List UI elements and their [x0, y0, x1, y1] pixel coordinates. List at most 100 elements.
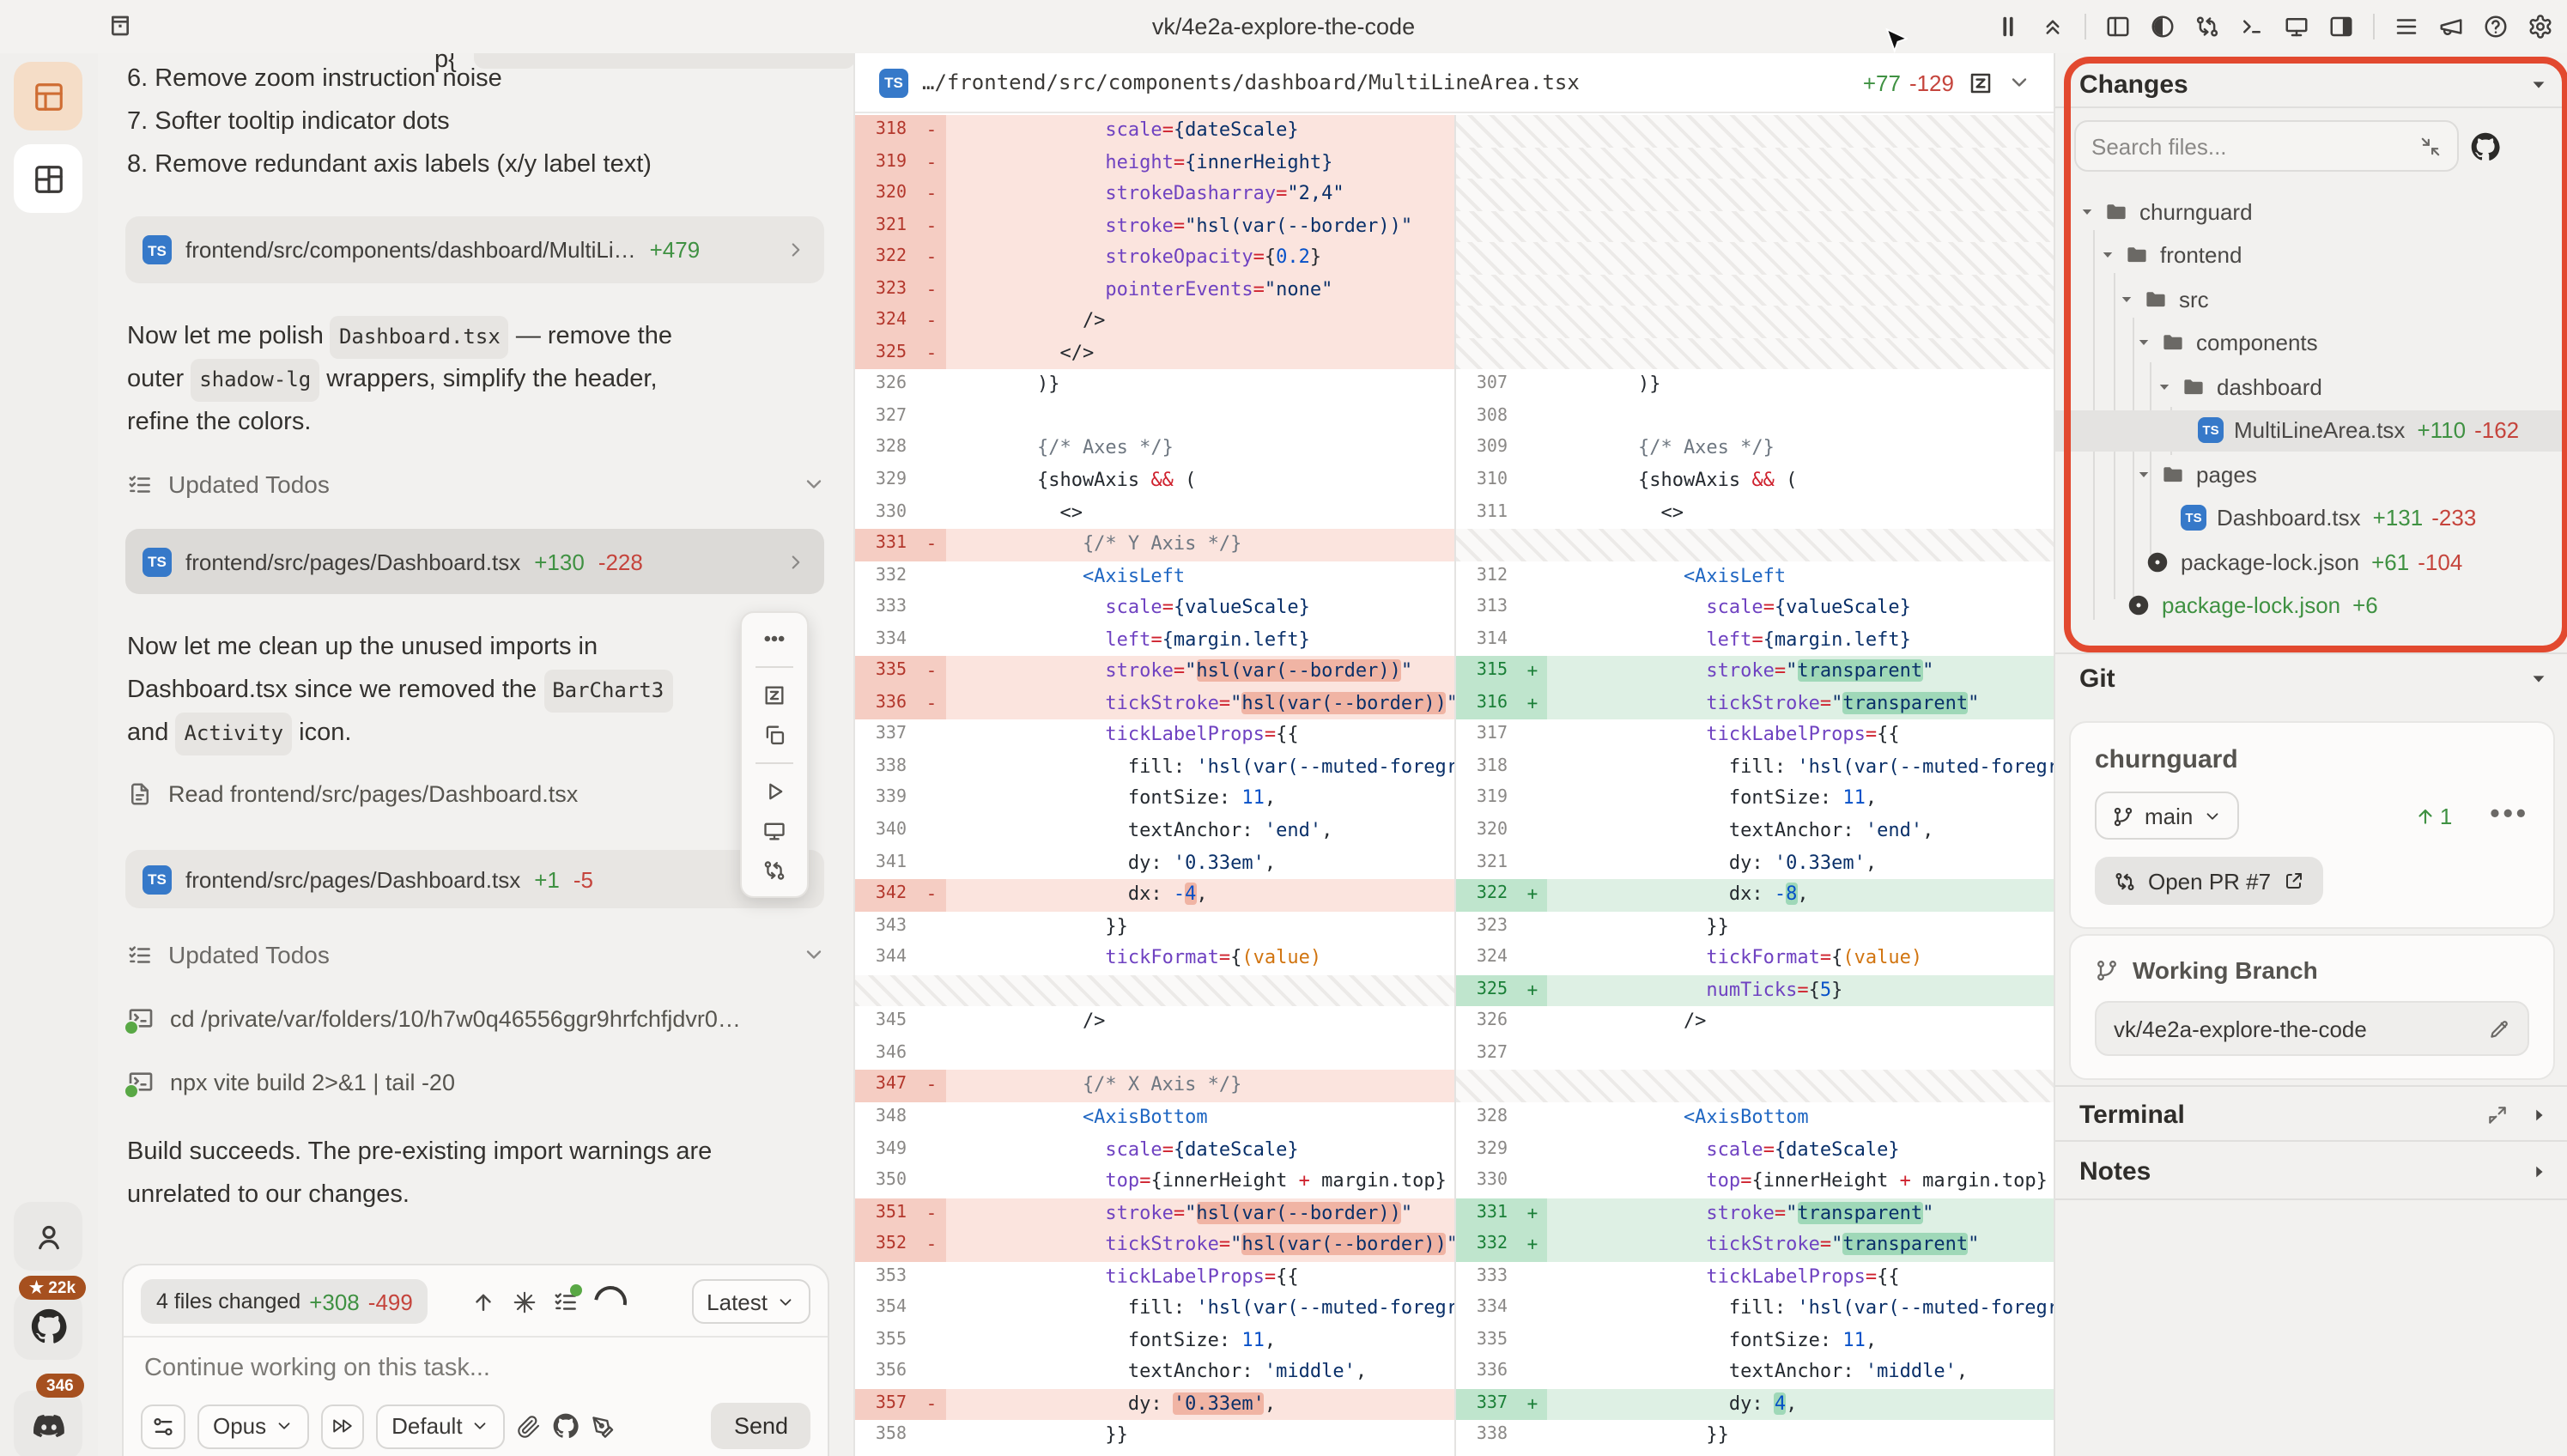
tree-item-package-lock-json[interactable]: package-lock.json+6 [2055, 585, 2567, 626]
notes-section-header[interactable]: Notes [2079, 1150, 2548, 1192]
more-options-icon[interactable] [762, 627, 786, 651]
search-input[interactable]: Search files... [2074, 120, 2459, 172]
composer-controls: Opus Default Send [124, 1382, 828, 1449]
diff-marker [1518, 1007, 1547, 1039]
menu-icon[interactable] [2394, 14, 2419, 39]
line-number: 312 [1456, 561, 1518, 592]
code-line: strokeDasharray="2,4" [946, 179, 1454, 210]
caret-down-icon [2203, 806, 2222, 825]
tree-item-dashboard-tsx[interactable]: TSDashboard.tsx+131-233 [2055, 497, 2567, 538]
diff-marker: - [917, 338, 946, 370]
caret-down-icon [275, 1417, 294, 1435]
tree-item-components[interactable]: components [2055, 322, 2567, 363]
terminal-icon[interactable] [2239, 14, 2265, 39]
diff-marker: + [1518, 657, 1547, 689]
pen-icon[interactable] [592, 1414, 616, 1438]
updated-todos-row[interactable]: Updated Todos [127, 464, 826, 505]
announcements-icon[interactable] [2438, 14, 2464, 39]
model-selector[interactable]: Opus [197, 1404, 309, 1448]
git-section-header[interactable]: Git [2079, 658, 2548, 699]
terminal-command-row[interactable]: npx vite build 2>&1 | tail -20 [127, 1063, 455, 1101]
updated-todos-row[interactable]: Updated Todos [127, 934, 826, 975]
expand-icon[interactable] [2486, 1103, 2509, 1125]
diff-marker: - [917, 147, 946, 179]
triangle-right-icon [2529, 1162, 2548, 1180]
code-line: stroke="hsl(var(--border))" [946, 210, 1454, 242]
diff-row: 341 dy: '0.33em', [855, 847, 1454, 879]
right-panel-icon[interactable] [2328, 14, 2354, 39]
help-icon[interactable] [2483, 14, 2509, 39]
run-icon[interactable] [762, 780, 786, 804]
rail-item-discord[interactable] [14, 1391, 82, 1456]
diff-row: 357- dy: '0.33em', [855, 1389, 1454, 1421]
scroll-up-icon[interactable] [471, 1289, 497, 1314]
tree-item-package-lock-json[interactable]: package-lock.json+61-104 [2055, 541, 2567, 582]
fast-forward-button[interactable] [321, 1404, 364, 1448]
tree-item-churnguard[interactable]: churnguard [2055, 191, 2567, 232]
changes-section-header[interactable]: Changes [2079, 65, 2548, 103]
branch-selector[interactable]: main [2095, 792, 2239, 840]
working-branch-input[interactable]: vk/4e2a-explore-the-code [2095, 1001, 2529, 1056]
rail-item-board[interactable] [14, 144, 82, 213]
collapse-diff-icon[interactable] [2007, 70, 2031, 94]
version-selector[interactable]: Latest [691, 1279, 810, 1324]
file-change-card[interactable]: TS frontend/src/components/dashboard/Mul… [125, 216, 824, 283]
open-pr-button[interactable]: Open PR #7 [2095, 857, 2322, 905]
message-input[interactable]: Continue working on this task... [124, 1338, 828, 1382]
triangle-down-icon [2529, 669, 2548, 688]
github-icon [30, 1307, 66, 1344]
rail-item-account[interactable] [14, 1202, 82, 1271]
snippet-icon[interactable] [762, 683, 786, 707]
more-options-icon[interactable]: ••• [2490, 800, 2529, 831]
tree-item-src[interactable]: src [2055, 278, 2567, 319]
pause-icon[interactable] [1995, 14, 2021, 39]
terminal-section-header[interactable]: Terminal [2079, 1094, 2548, 1135]
code-line: /> [946, 1007, 1454, 1039]
git-compare-icon[interactable] [2194, 14, 2220, 39]
diff-row: 318- scale={dateScale} [855, 115, 1454, 147]
wrap-toggle-icon[interactable] [1968, 70, 1994, 95]
chevron-right-icon [785, 239, 807, 261]
tree-item-dashboard[interactable]: dashboard [2055, 366, 2567, 407]
line-number: 331 [855, 529, 917, 561]
left-panel-icon[interactable] [2105, 14, 2131, 39]
files-changed-chip[interactable]: 4 files changed +308 -499 [141, 1279, 428, 1324]
attach-icon[interactable] [518, 1414, 542, 1438]
theme-icon[interactable] [2150, 14, 2176, 39]
terminal-command-row[interactable]: cd /private/var/folders/10/h7w0q46556ggr… [127, 999, 741, 1037]
settings-icon[interactable] [2528, 14, 2553, 39]
settings-sliders-button[interactable] [141, 1404, 185, 1448]
copy-icon[interactable] [762, 723, 786, 747]
github-icon[interactable] [554, 1413, 580, 1439]
collapse-all-icon[interactable] [2040, 14, 2066, 39]
git-compare-icon[interactable] [762, 858, 786, 883]
kanban-icon [32, 162, 64, 195]
preview-icon[interactable] [762, 819, 786, 843]
caret-icon [2119, 291, 2134, 306]
code-line: {/* Axes */} [1547, 434, 2055, 465]
preview-icon[interactable] [2284, 14, 2309, 39]
working-branch-header: Working Branch [2071, 936, 2553, 984]
tree-item-multilinearea-tsx[interactable]: TSMultiLineArea.tsx+110-162 [2055, 410, 2567, 451]
diff-row: 331- {/* Y Axis */} [855, 529, 1454, 561]
spark-icon[interactable] [513, 1289, 538, 1314]
tree-item-frontend[interactable]: frontend [2055, 234, 2567, 276]
diff-row: 321 dy: '0.33em', [1456, 847, 2055, 879]
diff-marker [917, 1293, 946, 1325]
github-icon[interactable] [2471, 132, 2500, 161]
code-line: stroke="transparent" [1547, 1198, 2055, 1229]
git-branch-icon [2095, 958, 2119, 982]
edit-icon[interactable] [2488, 1017, 2510, 1040]
send-button[interactable]: Send [712, 1403, 810, 1449]
rail-item-github[interactable] [14, 1291, 82, 1360]
file-change-card[interactable]: TS frontend/src/pages/Dashboard.tsx +1 -… [125, 850, 824, 908]
diff-row: 347- {/* X Axis */} [855, 1071, 1454, 1102]
tree-item-pages[interactable]: pages [2055, 453, 2567, 494]
file-change-card[interactable]: TS frontend/src/pages/Dashboard.tsx +130… [125, 529, 824, 594]
read-file-row[interactable]: Read frontend/src/pages/Dashboard.tsx [127, 774, 578, 812]
collapse-tree-icon[interactable] [2419, 135, 2442, 157]
person-icon [32, 1220, 64, 1253]
rail-item-chat-active[interactable] [14, 62, 82, 130]
mode-selector[interactable]: Default [376, 1404, 505, 1448]
line-number: 343 [855, 911, 917, 943]
